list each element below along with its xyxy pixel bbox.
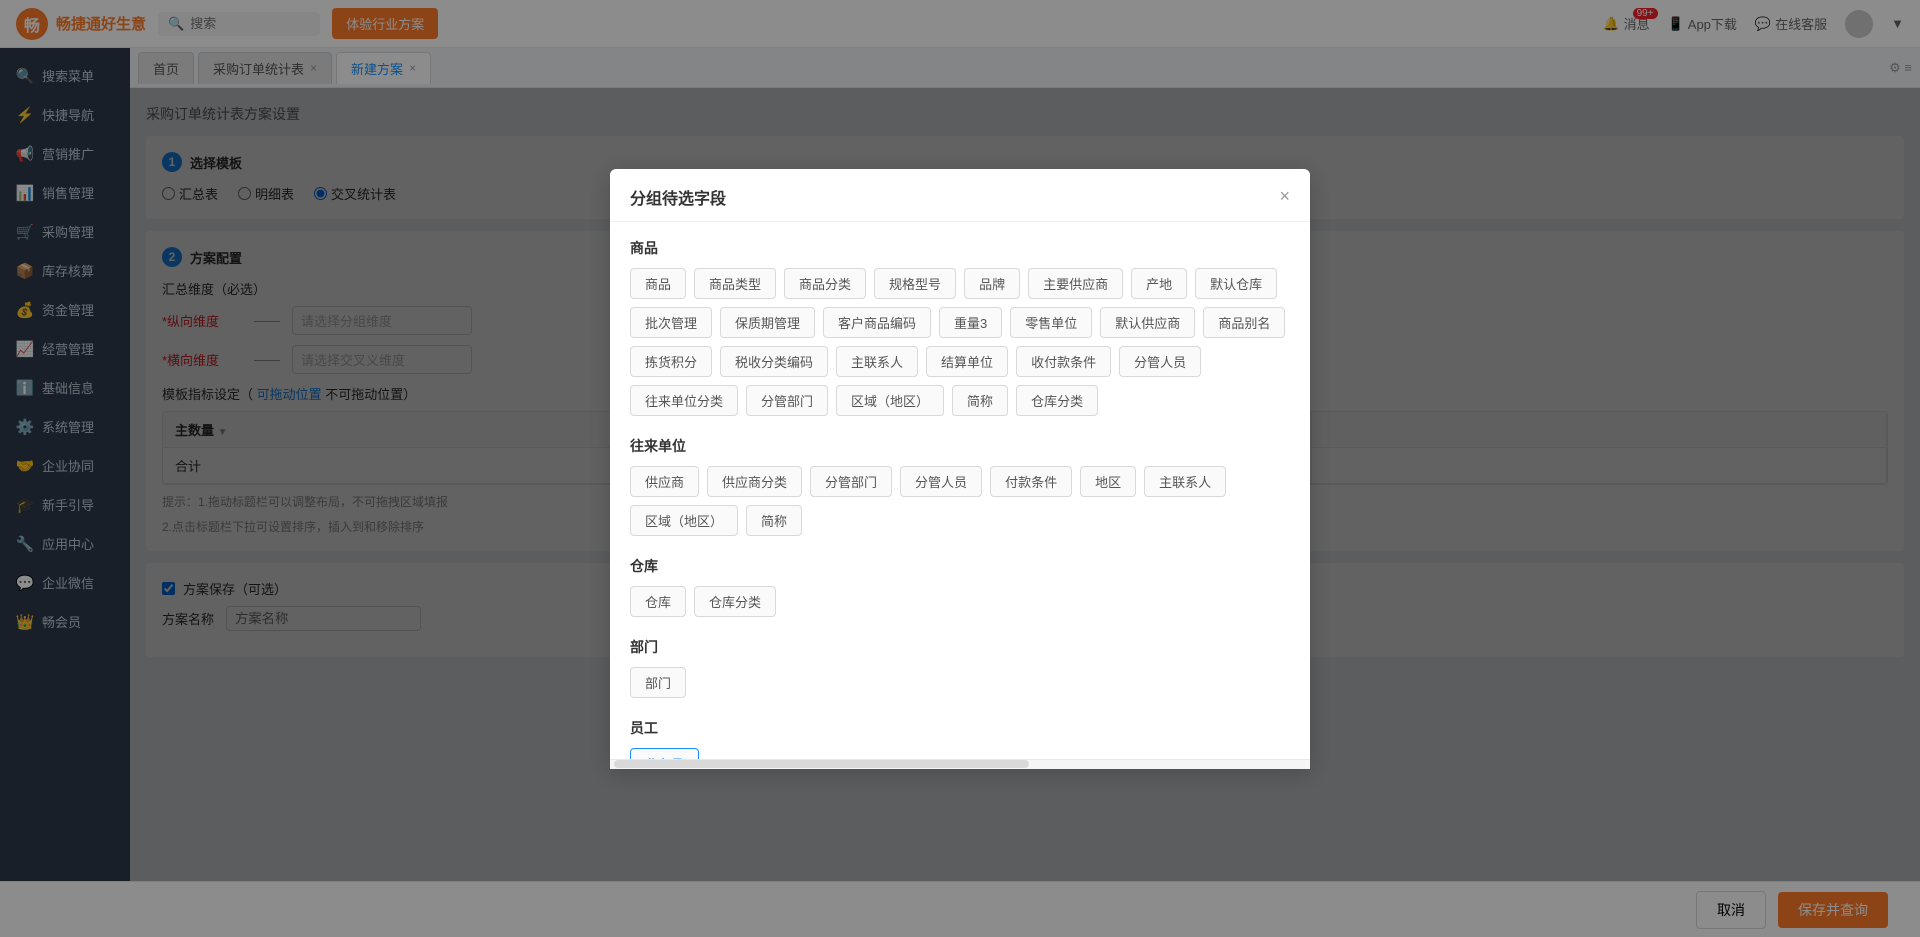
employee-field-grid: 业务员 (630, 748, 1290, 760)
dept-field-grid: 部门 (630, 667, 1290, 698)
field-partner-abbr[interactable]: 简称 (746, 505, 802, 536)
modal-header: 分组待选字段 × (610, 169, 1310, 222)
field-settlement-unit[interactable]: 结算单位 (926, 346, 1008, 377)
modal-section-goods: 商品 商品 商品类型 商品分类 规格型号 品牌 主要供应商 产地 默认仓库 批次… (630, 238, 1290, 416)
field-abbr[interactable]: 简称 (952, 385, 1008, 416)
modal-section-warehouse: 仓库 仓库 仓库分类 (630, 556, 1290, 617)
dept-section-title: 部门 (630, 637, 1290, 657)
field-partner-region[interactable]: 区域（地区） (630, 505, 738, 536)
field-shelf-life[interactable]: 保质期管理 (720, 307, 815, 338)
field-default-warehouse[interactable]: 默认仓库 (1195, 268, 1277, 299)
field-salesperson[interactable]: 业务员 (630, 748, 699, 760)
field-area[interactable]: 地区 (1080, 466, 1136, 497)
field-retail-unit[interactable]: 零售单位 (1010, 307, 1092, 338)
modal-title: 分组待选字段 (630, 185, 726, 209)
field-warehouse-category[interactable]: 仓库分类 (694, 586, 776, 617)
field-warehouse[interactable]: 仓库 (630, 586, 686, 617)
modal-body: 商品 商品 商品类型 商品分类 规格型号 品牌 主要供应商 产地 默认仓库 批次… (610, 222, 1310, 760)
field-customer-code[interactable]: 客户商品编码 (823, 307, 931, 338)
field-supplier-cat[interactable]: 供应商分类 (707, 466, 802, 497)
field-default-supplier[interactable]: 默认供应商 (1100, 307, 1195, 338)
modal-overlay: 分组待选字段 × 商品 商品 商品类型 商品分类 规格型号 品牌 主要供应商 产… (0, 0, 1920, 937)
goods-field-grid: 商品 商品类型 商品分类 规格型号 品牌 主要供应商 产地 默认仓库 批次管理 … (630, 268, 1290, 416)
field-origin[interactable]: 产地 (1131, 268, 1187, 299)
warehouse-field-grid: 仓库 仓库分类 (630, 586, 1290, 617)
modal-dialog: 分组待选字段 × 商品 商品 商品类型 商品分类 规格型号 品牌 主要供应商 产… (610, 169, 1310, 769)
partner-section-title: 往来单位 (630, 436, 1290, 456)
field-goods-type[interactable]: 商品类型 (694, 268, 776, 299)
field-partner-dept[interactable]: 分管部门 (810, 466, 892, 497)
field-goods[interactable]: 商品 (630, 268, 686, 299)
modal-scroll-bar[interactable] (610, 759, 1310, 768)
employee-section-title: 员工 (630, 718, 1290, 738)
field-brand[interactable]: 品牌 (964, 268, 1020, 299)
modal-section-dept: 部门 部门 (630, 637, 1290, 698)
field-goods-category[interactable]: 商品分类 (784, 268, 866, 299)
field-payment-cond[interactable]: 付款条件 (990, 466, 1072, 497)
field-partner-contact[interactable]: 主联系人 (1144, 466, 1226, 497)
partner-field-grid: 供应商 供应商分类 分管部门 分管人员 付款条件 地区 主联系人 区域（地区） … (630, 466, 1290, 536)
goods-section-title: 商品 (630, 238, 1290, 258)
warehouse-section-title: 仓库 (630, 556, 1290, 576)
field-spec-model[interactable]: 规格型号 (874, 268, 956, 299)
field-main-contact[interactable]: 主联系人 (836, 346, 918, 377)
field-dept[interactable]: 分管部门 (746, 385, 828, 416)
field-goods-alias[interactable]: 商品别名 (1203, 307, 1285, 338)
field-partner-category[interactable]: 往来单位分类 (630, 385, 738, 416)
field-main-supplier[interactable]: 主要供应商 (1028, 268, 1123, 299)
horizontal-scroll-bar[interactable] (614, 760, 1029, 768)
field-pick-points[interactable]: 拣货积分 (630, 346, 712, 377)
modal-close-button[interactable]: × (1279, 186, 1290, 207)
field-weight3[interactable]: 重量3 (939, 307, 1002, 338)
field-region[interactable]: 区域（地区） (836, 385, 944, 416)
field-payment-terms[interactable]: 收付款条件 (1016, 346, 1111, 377)
field-supplier[interactable]: 供应商 (630, 466, 699, 497)
field-batch-mgmt[interactable]: 批次管理 (630, 307, 712, 338)
field-warehouse-cat[interactable]: 仓库分类 (1016, 385, 1098, 416)
modal-section-partner: 往来单位 供应商 供应商分类 分管部门 分管人员 付款条件 地区 主联系人 区域… (630, 436, 1290, 536)
field-department[interactable]: 部门 (630, 667, 686, 698)
field-manager[interactable]: 分管人员 (1119, 346, 1201, 377)
field-tax-code[interactable]: 税收分类编码 (720, 346, 828, 377)
field-partner-manager[interactable]: 分管人员 (900, 466, 982, 497)
modal-section-employee: 员工 业务员 (630, 718, 1290, 760)
